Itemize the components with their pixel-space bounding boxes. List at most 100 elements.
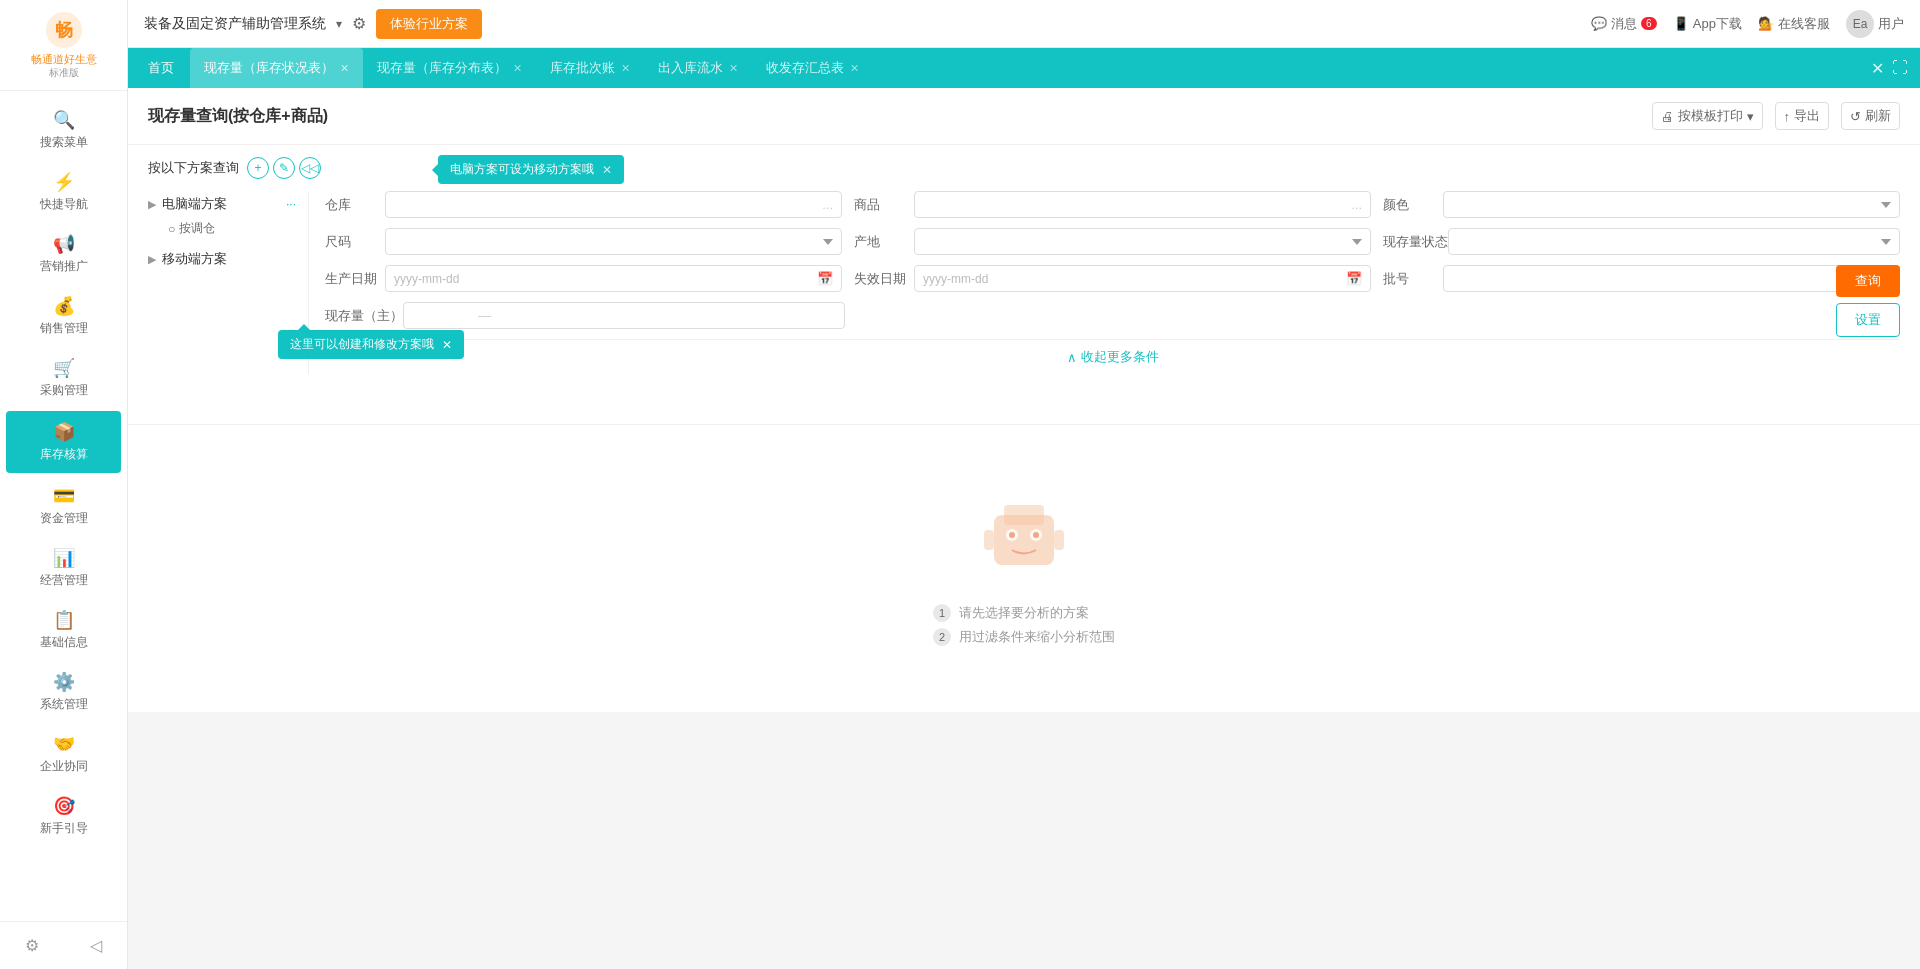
goods-label: 商品: [854, 196, 914, 214]
refresh-btn[interactable]: ↺ 刷新: [1841, 102, 1900, 130]
filter-warehouse: 仓库 ...: [325, 191, 842, 218]
stock-status-select[interactable]: [1448, 228, 1900, 255]
content-area: 现存量查询(按仓库+商品) 🖨 按模板打印 ▾ ↑ 导出 ↺ 刷新: [128, 88, 1920, 969]
page-title: 现存量查询(按仓库+商品): [148, 106, 328, 127]
edit-scheme-btn[interactable]: ✎: [273, 157, 295, 179]
online-service-btn[interactable]: 💁 在线客服: [1758, 15, 1830, 33]
system-dropdown-btn[interactable]: ▾: [336, 17, 342, 31]
app-download-btn[interactable]: 📱 App下载: [1673, 15, 1742, 33]
edit-scheme-tooltip: 这里可以创建和修改方案哦 ✕: [278, 330, 464, 359]
svg-point-7: [1033, 532, 1039, 538]
tab-inout[interactable]: 出入库流水 ✕: [644, 48, 752, 88]
print-btn[interactable]: 🖨 按模板打印 ▾: [1652, 102, 1763, 130]
mobile-scheme-header[interactable]: ▶ 移动端方案: [148, 246, 296, 272]
scheme-tooltip-text: 电脑方案可设为移动方案哦: [450, 161, 594, 178]
page-header: 现存量查询(按仓库+商品) 🖨 按模板打印 ▾ ↑ 导出 ↺ 刷新: [128, 88, 1920, 145]
sidebar-item-basic[interactable]: 📋 基础信息: [0, 599, 127, 661]
stock-max-input[interactable]: [497, 308, 557, 323]
tab-label: 现存量（库存状况表）: [204, 59, 334, 77]
color-select[interactable]: [1443, 191, 1900, 218]
search-btn[interactable]: 查询: [1836, 265, 1900, 297]
back-scheme-btn[interactable]: ◁◁: [299, 157, 321, 179]
empty-step-2: 2 用过滤条件来缩小分析范围: [933, 628, 1115, 646]
sidebar-item-operations[interactable]: 📊 经营管理: [0, 537, 127, 599]
tab-close-icon[interactable]: ✕: [513, 62, 522, 75]
desktop-scheme-label: 电脑端方案: [162, 195, 227, 213]
sidebar-label: 库存核算: [40, 446, 88, 463]
calendar-icon-2[interactable]: 📅: [1346, 271, 1362, 286]
sidebar-item-nav[interactable]: ⚡ 快捷导航: [0, 161, 127, 223]
reset-btn[interactable]: 设置: [1836, 303, 1900, 337]
service-icon: 💁: [1758, 16, 1774, 31]
sidebar-item-search[interactable]: 🔍 搜索菜单: [0, 99, 127, 161]
sidebar-label: 采购管理: [40, 382, 88, 399]
sidebar-item-guide[interactable]: 🎯 新手引导: [0, 785, 127, 847]
expire-date-input[interactable]: yyyy-mm-dd: [923, 272, 1346, 286]
filter-label: 按以下方案查询: [148, 159, 239, 177]
tab-close-icon[interactable]: ✕: [850, 62, 859, 75]
operations-icon: 📊: [53, 547, 75, 569]
search-buttons: 查询 设置: [1836, 265, 1900, 337]
batch-input[interactable]: [1443, 265, 1900, 292]
print-dropdown-icon: ▾: [1747, 109, 1754, 124]
collapse-filter-btn[interactable]: ∧ 收起更多条件: [325, 339, 1900, 374]
scheme-sub-item[interactable]: ○ 按调仓: [148, 217, 296, 240]
industry-btn[interactable]: 体验行业方案: [376, 9, 482, 39]
sidebar-item-finance[interactable]: 💳 资金管理: [0, 475, 127, 537]
tab-maximize-icon[interactable]: ⛶: [1892, 59, 1908, 77]
user-area[interactable]: Ea 用户: [1846, 10, 1904, 38]
message-label: 消息: [1611, 15, 1637, 33]
user-avatar: Ea: [1846, 10, 1874, 38]
svg-text:畅: 畅: [55, 20, 73, 40]
sidebar-label: 快捷导航: [40, 196, 88, 213]
sidebar-item-marketing[interactable]: 📢 营销推广: [0, 223, 127, 285]
origin-select[interactable]: [914, 228, 1371, 255]
sidebar-item-sales[interactable]: 💰 销售管理: [0, 285, 127, 347]
sidebar-item-purchase[interactable]: 🛒 采购管理: [0, 347, 127, 409]
message-btn[interactable]: 💬 消息 6: [1591, 15, 1657, 33]
finance-icon: 💳: [53, 485, 75, 507]
tab-summary[interactable]: 收发存汇总表 ✕: [752, 48, 873, 88]
export-btn[interactable]: ↑ 导出: [1775, 102, 1830, 130]
phone-icon: 📱: [1673, 16, 1689, 31]
filter-row-1: 仓库 ... 商品 ...: [325, 191, 1900, 218]
tab-close-all-icon[interactable]: ✕: [1871, 59, 1884, 78]
guide-icon: 🎯: [53, 795, 75, 817]
tab-home[interactable]: 首页: [132, 48, 190, 88]
tab-inventory-dist[interactable]: 现存量（库存分布表） ✕: [363, 48, 536, 88]
tab-close-icon[interactable]: ✕: [621, 62, 630, 75]
message-icon: 💬: [1591, 16, 1607, 31]
settings-footer-btn[interactable]: ⚙: [21, 932, 43, 959]
online-service-label: 在线客服: [1778, 15, 1830, 33]
calendar-icon[interactable]: 📅: [817, 271, 833, 286]
tab-inventory-status[interactable]: 现存量（库存状况表） ✕: [190, 48, 363, 88]
collapse-sidebar-btn[interactable]: ◁: [86, 932, 106, 959]
desktop-scheme-header[interactable]: ▶ 电脑端方案 ···: [148, 191, 296, 217]
sidebar-item-system[interactable]: ⚙️ 系统管理: [0, 661, 127, 723]
batch-label: 批号: [1383, 270, 1443, 288]
scheme-tooltip-close[interactable]: ✕: [602, 163, 612, 177]
svg-rect-9: [1054, 530, 1064, 550]
tab-batch[interactable]: 库存批次账 ✕: [536, 48, 644, 88]
dots-icon[interactable]: ···: [286, 197, 296, 211]
page-actions: 🖨 按模板打印 ▾ ↑ 导出 ↺ 刷新: [1652, 102, 1901, 130]
stock-min-input[interactable]: [412, 308, 472, 323]
tab-close-icon[interactable]: ✕: [729, 62, 738, 75]
sidebar-item-inventory[interactable]: 📦 库存核算: [6, 411, 121, 473]
prod-date-input[interactable]: yyyy-mm-dd: [394, 272, 817, 286]
sales-icon: 💰: [53, 295, 75, 317]
add-scheme-btn[interactable]: +: [247, 157, 269, 179]
tab-close-icon[interactable]: ✕: [340, 62, 349, 75]
header-right: 💬 消息 6 📱 App下载 💁 在线客服 Ea 用户: [1591, 10, 1904, 38]
stock-main-label: 现存量（主）: [325, 307, 403, 325]
filter-stock-status: 现存量状态: [1383, 228, 1900, 255]
top-header: 装备及固定资产辅助管理系统 ▾ ⚙ 体验行业方案 💬 消息 6 📱 App下载 …: [128, 0, 1920, 48]
header-settings-icon[interactable]: ⚙: [352, 14, 366, 33]
goods-dots[interactable]: ...: [1351, 197, 1362, 212]
warehouse-dots[interactable]: ...: [822, 197, 833, 212]
page-container: 现存量查询(按仓库+商品) 🖨 按模板打印 ▾ ↑ 导出 ↺ 刷新: [128, 88, 1920, 712]
edit-tooltip-close[interactable]: ✕: [442, 338, 452, 352]
sidebar-item-enterprise[interactable]: 🤝 企业协同: [0, 723, 127, 785]
print-icon: 🖨: [1661, 109, 1674, 124]
size-select[interactable]: [385, 228, 842, 255]
